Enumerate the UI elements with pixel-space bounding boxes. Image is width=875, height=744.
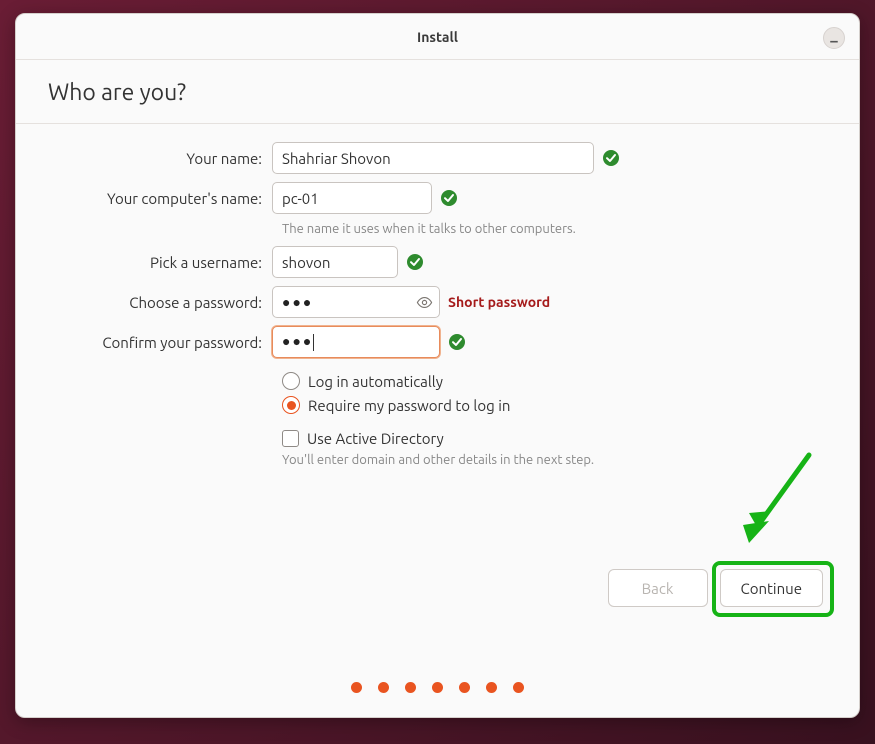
titlebar: Install _ — [16, 14, 859, 60]
name-input[interactable] — [272, 142, 594, 174]
progress-dot — [432, 682, 443, 693]
button-row: Back Continue — [608, 569, 823, 607]
name-label: Your name: — [36, 150, 272, 167]
progress-dots — [16, 682, 859, 693]
check-icon — [406, 253, 424, 271]
progress-dot — [459, 682, 470, 693]
minimize-button[interactable]: _ — [823, 27, 845, 49]
login-require-radio[interactable]: Require my password to log in — [282, 396, 839, 414]
radio-icon — [282, 396, 300, 414]
confirm-password-input[interactable]: ●●● — [272, 326, 440, 358]
progress-dot — [378, 682, 389, 693]
check-icon — [448, 333, 466, 351]
login-auto-label: Log in automatically — [308, 373, 443, 390]
check-icon — [440, 189, 458, 207]
login-require-label: Require my password to log in — [308, 397, 510, 414]
confirm-password-mask: ●●● — [282, 333, 433, 351]
page-header: Who are you? — [16, 60, 859, 124]
progress-dot — [513, 682, 524, 693]
progress-dot — [351, 682, 362, 693]
show-password-icon[interactable] — [415, 293, 433, 311]
active-directory-checkbox[interactable]: Use Active Directory — [282, 430, 839, 447]
radio-icon — [282, 372, 300, 390]
password-label: Choose a password: — [36, 294, 272, 311]
active-directory-help: You'll enter domain and other details in… — [282, 453, 839, 467]
window-title: Install — [417, 29, 458, 45]
back-button[interactable]: Back — [608, 569, 708, 607]
checkbox-icon — [282, 430, 299, 447]
password-input[interactable]: ●●● — [272, 286, 440, 318]
password-strength: Short password — [448, 294, 550, 310]
login-auto-radio[interactable]: Log in automatically — [282, 372, 839, 390]
username-input[interactable] — [272, 246, 398, 278]
computer-name-input[interactable] — [272, 182, 432, 214]
continue-button[interactable]: Continue — [720, 569, 823, 607]
username-label: Pick a username: — [36, 254, 272, 271]
page-title: Who are you? — [48, 80, 827, 105]
computer-name-label: Your computer's name: — [36, 190, 272, 207]
password-mask: ●●● — [282, 294, 411, 310]
progress-dot — [486, 682, 497, 693]
confirm-password-label: Confirm your password: — [36, 334, 272, 351]
computer-name-help: The name it uses when it talks to other … — [282, 222, 839, 236]
progress-dot — [405, 682, 416, 693]
active-directory-label: Use Active Directory — [307, 430, 444, 447]
form-area: Your name: Your computer's name: The nam… — [16, 124, 859, 717]
installer-window: Install _ Who are you? Your name: Your c… — [15, 13, 860, 718]
check-icon — [602, 149, 620, 167]
